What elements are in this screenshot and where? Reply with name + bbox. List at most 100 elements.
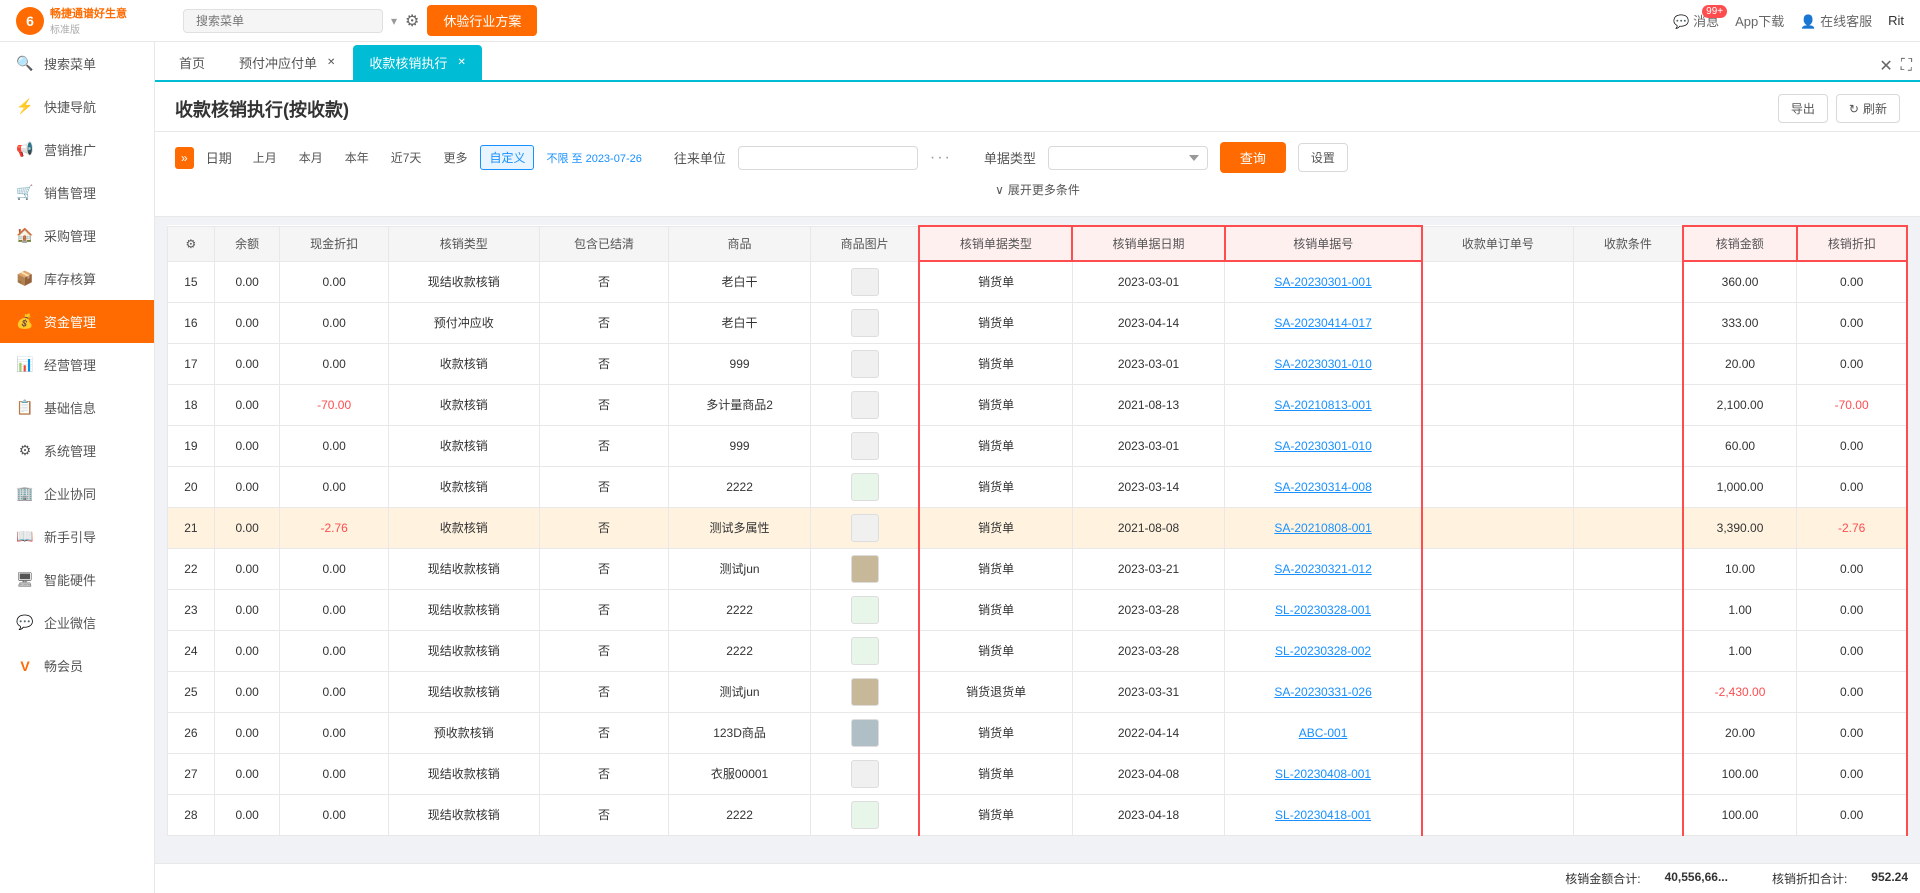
total-discount-value: 952.24 <box>1871 870 1908 887</box>
row-cash-discount: 0.00 <box>280 261 388 302</box>
expand-conditions-btn[interactable]: ∨ 展开更多条件 <box>995 177 1080 202</box>
sidebar-item-marketing[interactable]: 📢 营销推广 <box>0 128 154 171</box>
col-discount: 核销折扣 <box>1797 226 1907 261</box>
sidebar-label-basic: 基础信息 <box>44 398 96 417</box>
sidebar-item-search[interactable]: 🔍 搜索菜单 <box>0 42 154 85</box>
row-bill-no[interactable]: SA-20210813-001 <box>1225 384 1422 425</box>
row-receipt-order <box>1422 753 1574 794</box>
row-bill-no[interactable]: SA-20230321-012 <box>1225 548 1422 589</box>
sidebar-item-operations[interactable]: 📊 经营管理 <box>0 343 154 386</box>
row-bill-no[interactable]: SL-20230408-001 <box>1225 753 1422 794</box>
tab-prepay-close[interactable]: ✕ <box>327 57 335 68</box>
sidebar-item-system[interactable]: ⚙ 系统管理 <box>0 429 154 472</box>
row-product: 2222 <box>669 794 810 835</box>
settings-button[interactable]: 设置 <box>1298 143 1348 172</box>
row-bill-no[interactable]: SA-20210808-001 <box>1225 507 1422 548</box>
date-btn-more[interactable]: 更多 <box>434 145 476 170</box>
search-icon: 🔍 <box>16 55 34 73</box>
gear-icon[interactable]: ⚙ <box>405 11 419 31</box>
refresh-button[interactable]: ↻ 刷新 <box>1836 94 1900 123</box>
date-btn-last-month[interactable]: 上月 <box>244 145 286 170</box>
sidebar-item-enterprise[interactable]: 🏢 企业协同 <box>0 472 154 515</box>
sidebar: 🔍 搜索菜单 ⚡ 快捷导航 📢 营销推广 🛒 销售管理 🏠 采购管理 📦 库存核… <box>0 42 155 893</box>
sidebar-item-inventory[interactable]: 📦 库存核算 <box>0 257 154 300</box>
row-bill-no[interactable]: SA-20230301-010 <box>1225 343 1422 384</box>
sidebar-label-sales: 销售管理 <box>44 183 96 202</box>
sidebar-item-quicknav[interactable]: ⚡ 快捷导航 <box>0 85 154 128</box>
table-container[interactable]: ⚙ 余额 现金折扣 核销类型 包含已结清 商品 商品图片 核销单据类型 核销单据… <box>155 217 1920 863</box>
row-bill-no[interactable]: SL-20230418-001 <box>1225 794 1422 835</box>
col-bill-no: 核销单据号 <box>1225 226 1422 261</box>
single-type-select[interactable] <box>1048 146 1208 170</box>
row-bill-no[interactable]: SA-20230331-026 <box>1225 671 1422 712</box>
inventory-icon: 📦 <box>16 270 34 288</box>
tab-prepay[interactable]: 预付冲应付单 ✕ <box>223 45 351 80</box>
row-amount: 100.00 <box>1683 794 1797 835</box>
table-row: 18 0.00 -70.00 收款核销 否 多计量商品2 销货单 2021-08… <box>168 384 1908 425</box>
row-id: 21 <box>168 507 215 548</box>
tab-home[interactable]: 首页 <box>163 45 221 80</box>
page-header: 收款核销执行(按收款) 导出 ↻ 刷新 <box>155 82 1920 132</box>
sidebar-item-sales[interactable]: 🛒 销售管理 <box>0 171 154 214</box>
date-btn-this-year[interactable]: 本年 <box>336 145 378 170</box>
export-button[interactable]: 导出 <box>1778 94 1828 123</box>
sidebar-label-quicknav: 快捷导航 <box>44 97 96 116</box>
row-receipt-cond <box>1574 507 1683 548</box>
single-type-label: 单据类型 <box>984 148 1036 167</box>
sidebar-item-vip[interactable]: V 畅会员 <box>0 644 154 687</box>
row-balance: 0.00 <box>214 753 280 794</box>
sidebar-label-operations: 经营管理 <box>44 355 96 374</box>
row-amount: 100.00 <box>1683 753 1797 794</box>
row-bill-no[interactable]: SA-20230314-008 <box>1225 466 1422 507</box>
app-download-link[interactable]: App下载 <box>1735 11 1784 30</box>
sidebar-item-tutorial[interactable]: 📖 新手引导 <box>0 515 154 558</box>
row-receipt-cond <box>1574 302 1683 343</box>
trial-button[interactable]: 休验行业方案 <box>427 5 537 36</box>
row-bill-no[interactable]: SA-20230301-001 <box>1225 261 1422 302</box>
row-bill-type: 销货单 <box>919 466 1072 507</box>
row-bill-type: 销货单 <box>919 507 1072 548</box>
sidebar-item-basic[interactable]: 📋 基础信息 <box>0 386 154 429</box>
row-bill-type: 销货单 <box>919 343 1072 384</box>
search-input[interactable] <box>183 9 383 33</box>
col-settings[interactable]: ⚙ <box>168 226 215 261</box>
row-bill-no[interactable]: SL-20230328-002 <box>1225 630 1422 671</box>
date-btn-custom[interactable]: 自定义 <box>480 145 534 170</box>
online-service-link[interactable]: 👤 在线客服 <box>1800 11 1872 30</box>
row-bill-no[interactable]: SA-20230414-017 <box>1225 302 1422 343</box>
partner-input[interactable] <box>738 146 918 170</box>
row-product: 2222 <box>669 630 810 671</box>
tab-close-all-icon[interactable]: ✕ <box>1879 56 1892 76</box>
tab-writeoff[interactable]: 收款核销执行 ✕ <box>353 45 481 80</box>
user-name: Rit <box>1888 13 1904 28</box>
filter-toggle-btn[interactable]: » <box>175 147 194 169</box>
sidebar-item-purchase[interactable]: 🏠 采购管理 <box>0 214 154 257</box>
row-type: 收款核销 <box>388 425 539 466</box>
tab-expand-icon[interactable]: ⛶ <box>1901 57 1912 75</box>
date-btn-7days[interactable]: 近7天 <box>382 145 431 170</box>
sidebar-item-wechat[interactable]: 💬 企业微信 <box>0 601 154 644</box>
tab-writeoff-close[interactable]: ✕ <box>457 57 465 68</box>
top-bar: 6 畅捷通谱好生意 标准版 ▾ ⚙ 休验行业方案 💬 消息 99+ App下载 … <box>0 0 1920 42</box>
row-bill-no[interactable]: ABC-001 <box>1225 712 1422 753</box>
row-bill-no[interactable]: SL-20230328-001 <box>1225 589 1422 630</box>
row-bill-no[interactable]: SA-20230301-010 <box>1225 425 1422 466</box>
tab-writeoff-label: 收款核销执行 <box>369 53 447 72</box>
row-type: 收款核销 <box>388 343 539 384</box>
row-type: 现结收款核销 <box>388 548 539 589</box>
row-id: 23 <box>168 589 215 630</box>
row-included: 否 <box>539 671 669 712</box>
table-header-row: ⚙ 余额 现金折扣 核销类型 包含已结清 商品 商品图片 核销单据类型 核销单据… <box>168 226 1908 261</box>
table-row: 28 0.00 0.00 现结收款核销 否 2222 销货单 2023-04-1… <box>168 794 1908 835</box>
sidebar-label-wechat: 企业微信 <box>44 613 96 632</box>
sidebar-item-finance[interactable]: 💰 资金管理 <box>0 300 154 343</box>
row-product-img <box>810 343 919 384</box>
sidebar-label-finance: 资金管理 <box>44 312 96 331</box>
row-receipt-cond <box>1574 630 1683 671</box>
notification-icon[interactable]: 💬 消息 99+ <box>1673 11 1719 30</box>
sidebar-item-smarthw[interactable]: 🖥 智能硬件 <box>0 558 154 601</box>
date-btn-this-month[interactable]: 本月 <box>290 145 332 170</box>
query-button[interactable]: 查询 <box>1220 142 1286 173</box>
col-type: 核销类型 <box>388 226 539 261</box>
row-discount: 0.00 <box>1797 630 1907 671</box>
